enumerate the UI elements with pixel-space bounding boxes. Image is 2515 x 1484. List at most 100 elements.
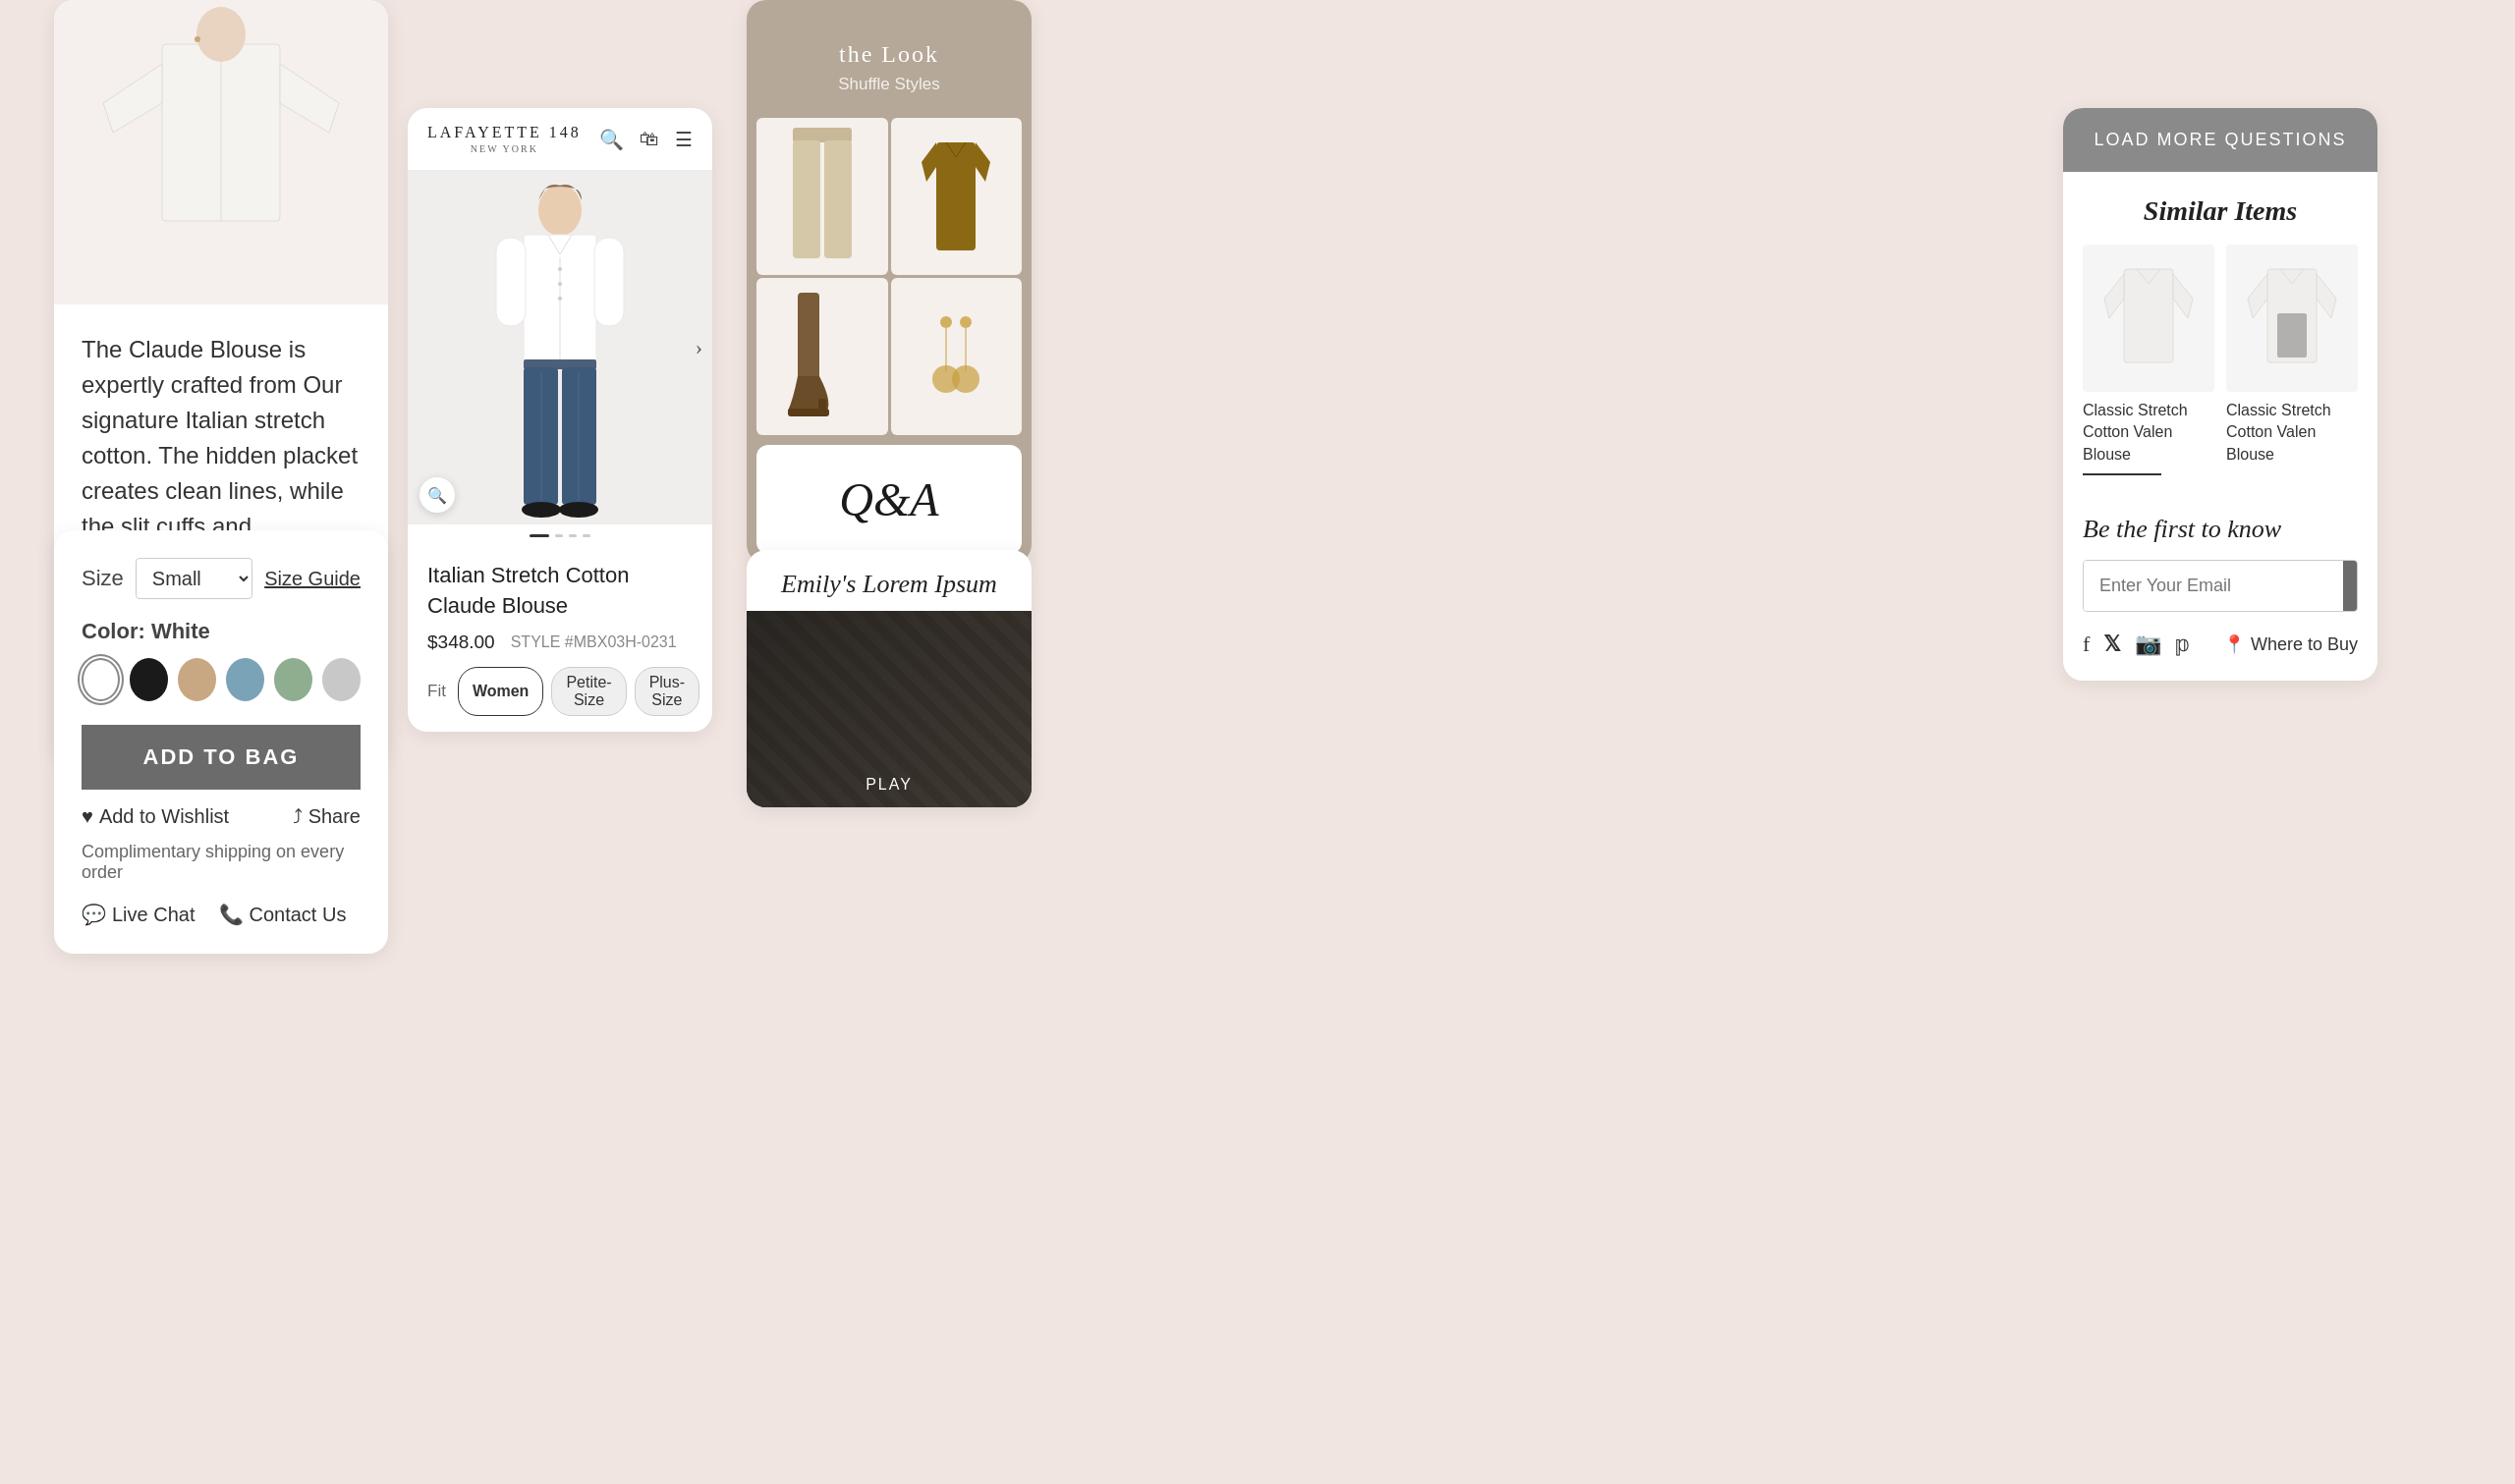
svg-rect-42 — [2277, 313, 2307, 357]
fit-tab-petite[interactable]: Petite-Size — [551, 667, 626, 716]
color-label: Color: White — [82, 619, 361, 644]
boots-svg — [783, 283, 862, 430]
svg-marker-25 — [922, 142, 936, 182]
similar-item-1-svg — [2099, 254, 2198, 382]
look-item-earrings[interactable] — [891, 278, 1023, 435]
carousel-dot-2[interactable] — [555, 534, 563, 537]
contact-us-button[interactable]: 📞 Contact Us — [219, 903, 347, 926]
email-input[interactable] — [2084, 561, 2343, 611]
heart-icon: ♥ — [82, 805, 93, 828]
add-to-wishlist-button[interactable]: ♥ Add to Wishlist — [82, 805, 229, 828]
facebook-icon[interactable]: f — [2083, 632, 2090, 657]
svg-marker-38 — [2173, 274, 2193, 318]
add-to-bag-button[interactable]: ADD TO BAG — [82, 725, 361, 790]
similar-item-2[interactable]: Classic Stretch Cotton Valen Blouse — [2226, 245, 2358, 475]
color-swatch-white[interactable] — [82, 658, 120, 701]
fit-row: Fit Women Petite-Size Plus-Size — [427, 667, 693, 716]
instagram-icon[interactable]: 📷 — [2135, 632, 2161, 657]
svg-point-11 — [558, 267, 562, 271]
svg-rect-8 — [496, 238, 526, 326]
phone-icon: 📞 — [219, 903, 244, 926]
style-number: STYLE #MBX03H-0231 — [511, 633, 677, 651]
color-swatch-green[interactable] — [274, 658, 312, 701]
header-icons: 🔍 🛍 ☰ — [599, 128, 693, 151]
pants-svg — [783, 123, 862, 270]
share-icon: ⤴ — [293, 805, 303, 828]
load-more-questions-button[interactable]: LOAD MORE QUESTIONS — [2063, 108, 2377, 172]
carousel-dot-4[interactable] — [583, 534, 590, 537]
share-button[interactable]: ⤴ Share — [293, 805, 361, 828]
menu-icon[interactable]: ☰ — [675, 128, 693, 151]
twitter-icon[interactable]: 𝕏 — [2103, 632, 2121, 657]
similar-items-grid: Classic Stretch Cotton Valen Blouse — [2083, 245, 2358, 475]
size-guide-link[interactable]: Size Guide — [264, 568, 361, 590]
color-swatch-tan[interactable] — [178, 658, 216, 701]
look-item-pants[interactable] — [756, 118, 888, 275]
fit-tab-women[interactable]: Women — [458, 667, 543, 716]
carousel-dots — [408, 524, 712, 545]
svg-marker-41 — [2317, 274, 2336, 318]
similar-item-2-svg — [2243, 254, 2341, 382]
emily-video-panel: Emily's Lorem Ipsum PLAY — [747, 550, 1032, 807]
svg-rect-29 — [818, 399, 826, 414]
carousel-dot-1[interactable] — [530, 534, 549, 537]
pinterest-icon[interactable]: 𝕡 — [2175, 632, 2191, 657]
fit-tab-plus[interactable]: Plus-Size — [635, 667, 699, 716]
svg-rect-22 — [793, 140, 820, 258]
svg-point-20 — [559, 502, 598, 518]
color-swatch-gray[interactable] — [322, 658, 361, 701]
look-grid — [756, 118, 1022, 435]
svg-marker-2 — [280, 64, 339, 133]
where-to-buy-link[interactable]: 📍 Where to Buy — [2223, 633, 2358, 655]
qa-section: Q&A — [756, 445, 1022, 554]
look-title: the Look — [766, 27, 1012, 71]
carousel-next-button[interactable]: › — [696, 335, 702, 360]
product-price: $348.00 — [427, 632, 495, 653]
svg-rect-9 — [594, 238, 624, 326]
play-label: PLAY — [866, 776, 913, 794]
social-icons: f 𝕏 📷 𝕡 — [2083, 632, 2191, 657]
color-swatch-black[interactable] — [130, 658, 168, 701]
color-swatch-blue[interactable] — [226, 658, 264, 701]
similar-items-title: Similar Items — [2083, 195, 2358, 227]
pdp-mobile-panel: LAFAYETTE 148 NEW YORK 🔍 🛍 ☰ — [408, 108, 712, 732]
video-thumbnail[interactable]: PLAY — [747, 611, 1032, 807]
size-row: Size Small XS Medium Large XL Size Guide — [82, 558, 361, 599]
carousel-dot-3[interactable] — [569, 534, 577, 537]
page-container: The Claude Blouse is expertly crafted fr… — [0, 0, 2515, 1484]
mobile-header: LAFAYETTE 148 NEW YORK 🔍 🛍 ☰ — [408, 108, 712, 171]
zoom-button[interactable]: 🔍 — [419, 477, 455, 513]
email-submit-button[interactable]: › — [2343, 561, 2358, 611]
coat-svg — [917, 123, 995, 270]
svg-point-30 — [940, 316, 952, 328]
search-icon[interactable]: 🔍 — [599, 128, 624, 151]
blouse-image-svg — [84, 5, 359, 300]
size-select[interactable]: Small XS Medium Large XL — [136, 558, 252, 599]
svg-rect-27 — [798, 293, 819, 381]
svg-rect-24 — [936, 142, 976, 250]
brand-logo: LAFAYETTE 148 NEW YORK — [427, 124, 582, 154]
svg-point-4 — [196, 7, 246, 62]
similar-item-2-image — [2226, 245, 2358, 392]
product-info: Italian Stretch Cotton Claude Blouse $34… — [408, 545, 712, 732]
look-item-boots[interactable] — [756, 278, 888, 435]
shop-the-look-panel: the Look Shuffle Styles — [747, 0, 1032, 564]
size-label: Size — [82, 566, 124, 591]
color-swatches — [82, 658, 361, 701]
svg-point-5 — [195, 36, 200, 42]
fit-label: Fit — [427, 682, 446, 701]
similar-item-1[interactable]: Classic Stretch Cotton Valen Blouse — [2083, 245, 2214, 475]
shuffle-styles-button[interactable]: Shuffle Styles — [766, 75, 1012, 94]
bag-icon[interactable]: 🛍 — [640, 128, 659, 150]
similar-item-2-name: Classic Stretch Cotton Valen Blouse — [2226, 400, 2358, 466]
similar-newsletter-panel: LOAD MORE QUESTIONS Similar Items Classi… — [2063, 108, 2377, 681]
emily-header: Emily's Lorem Ipsum — [747, 550, 1032, 611]
similar-item-1-name: Classic Stretch Cotton Valen Blouse — [2083, 400, 2214, 466]
similar-item-1-image — [2083, 245, 2214, 392]
svg-point-13 — [558, 297, 562, 301]
live-chat-button[interactable]: 💬 Live Chat — [82, 903, 196, 926]
svg-marker-40 — [2248, 274, 2267, 318]
look-item-coat[interactable] — [891, 118, 1023, 275]
similar-item-1-underline — [2083, 473, 2161, 475]
location-icon: 📍 — [2223, 633, 2245, 655]
